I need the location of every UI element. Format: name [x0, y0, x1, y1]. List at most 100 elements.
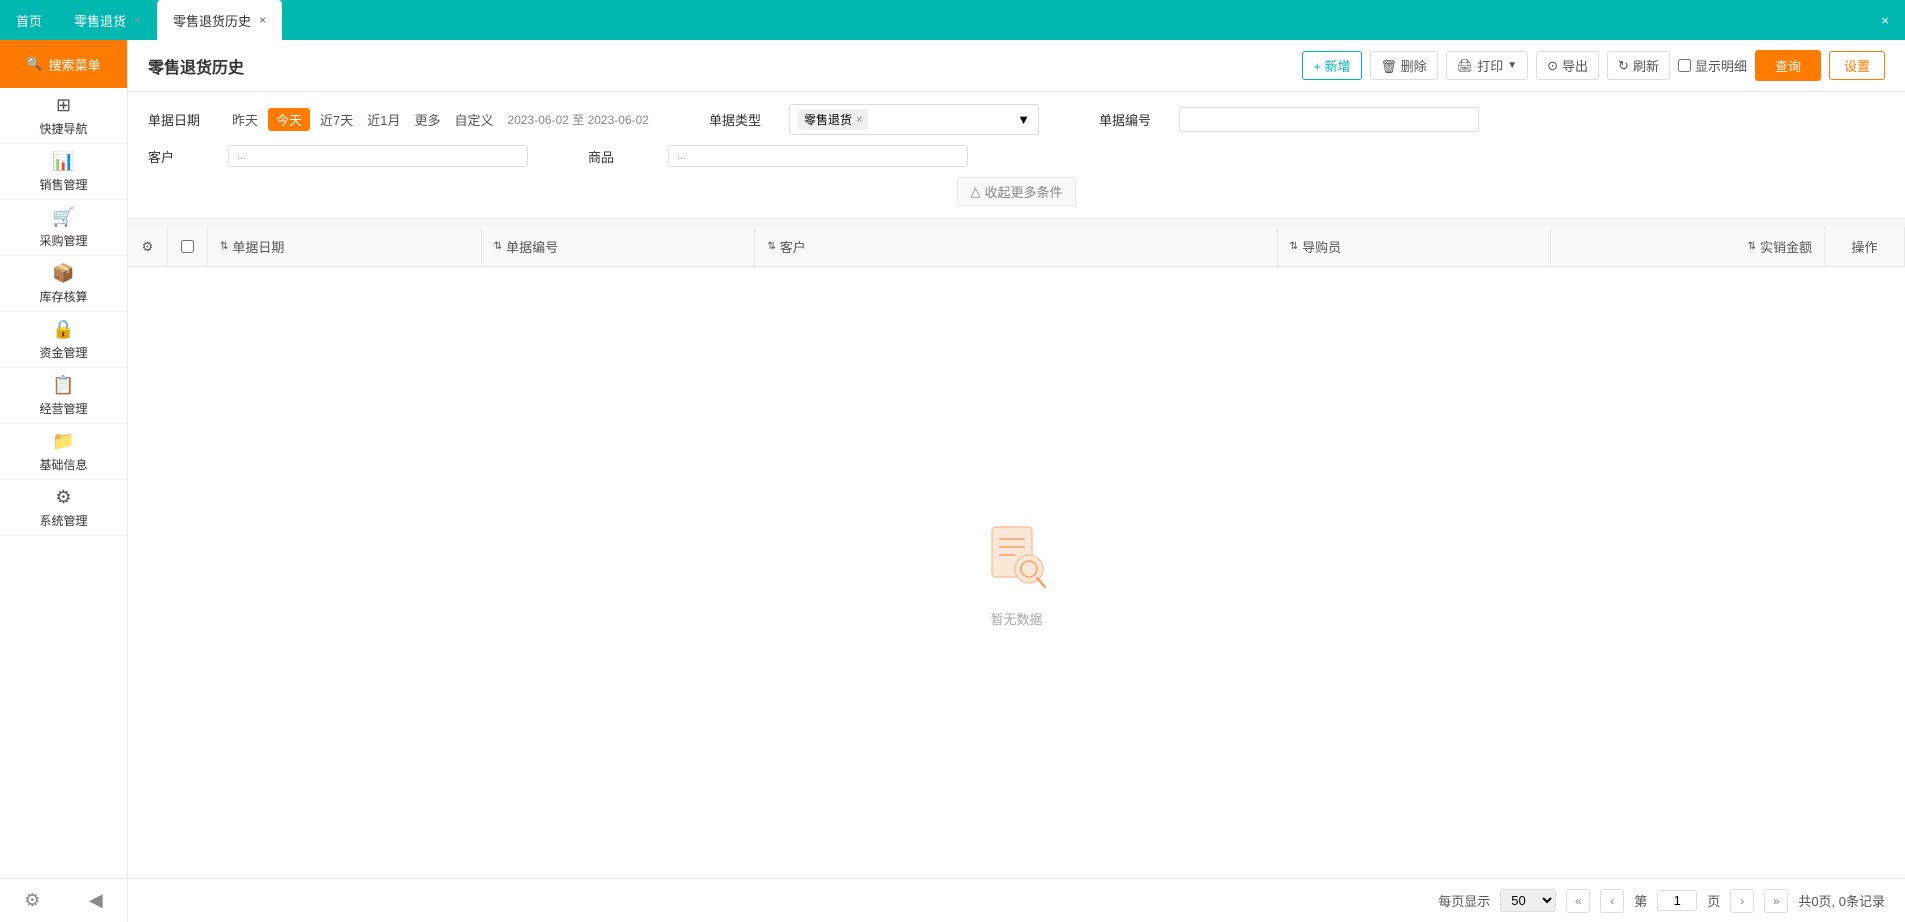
date-opt-1month[interactable]: 近1月 [363, 108, 404, 131]
sidebar-item-quick-nav[interactable]: ⊞ 快捷导航 [0, 88, 127, 144]
page-title: 零售退货历史 [148, 54, 244, 78]
header-actions: + 新增 🗑 删除 🖨 打印 ▼ ⊙ 导出 ↻ 刷新 显示明细 [1302, 50, 1885, 81]
customer-label: 客户 [148, 147, 208, 166]
sort-customer-icon: ⇅ [767, 241, 775, 252]
th-customer[interactable]: ⇅ 客户 [755, 227, 1277, 266]
content-area: 零售退货历史 + 新增 🗑 删除 🖨 打印 ▼ ⊙ 导出 ↻ 刷新 [128, 40, 1905, 922]
search-icon: 🔍 [26, 56, 42, 72]
tab-retail-return-history-close[interactable]: × [259, 13, 266, 27]
th-date[interactable]: ⇅ 单据日期 [208, 227, 482, 266]
pagination: 每页显示 50 10 20 100 « ‹ 第 页 › » 共0页, 0条记录 [128, 878, 1905, 922]
customer-select[interactable]: ... [228, 145, 528, 167]
print-icon: 🖨 [1457, 58, 1474, 74]
tab-home[interactable]: 首页 [0, 0, 58, 40]
date-opt-today[interactable]: 今天 [268, 108, 310, 131]
last-page-button[interactable]: » [1764, 889, 1788, 913]
table-settings-icon[interactable]: ⚙ [142, 239, 154, 255]
basic-info-icon: 📁 [52, 431, 74, 452]
first-page-button[interactable]: « [1566, 889, 1590, 913]
sidebar-search[interactable]: 🔍 搜索菜单 [0, 40, 127, 88]
th-settings[interactable]: ⚙ [128, 227, 168, 266]
date-opt-custom[interactable]: 自定义 [451, 108, 498, 131]
sys-icon: ⚙ [55, 487, 71, 508]
page-label: 第 [1634, 891, 1647, 910]
goods-dots: ... [677, 150, 686, 162]
sort-guide-icon: ⇅ [1290, 241, 1298, 252]
page-unit: 页 [1707, 891, 1720, 910]
refresh-button[interactable]: ↻ 刷新 [1607, 51, 1670, 80]
th-amount[interactable]: ⇅ 实销金额 [1551, 227, 1825, 266]
goods-label: 商品 [588, 147, 648, 166]
doc-type-label: 单据类型 [709, 110, 769, 129]
query-button[interactable]: 查询 [1755, 50, 1821, 81]
sidebar: 🔍 搜索菜单 ⊞ 快捷导航 📊 销售管理 🛒 采购管理 📦 库存核算 🔒 资金管… [0, 40, 128, 922]
page-header: 零售退货历史 + 新增 🗑 删除 🖨 打印 ▼ ⊙ 导出 ↻ 刷新 [128, 40, 1905, 92]
page-size-label: 每页显示 [1438, 891, 1490, 910]
select-all-checkbox[interactable] [181, 240, 194, 253]
sort-date-icon: ⇅ [220, 241, 228, 252]
goods-select[interactable]: ... [668, 145, 968, 167]
delete-button[interactable]: 🗑 删除 [1370, 51, 1438, 80]
inventory-icon: 📦 [52, 263, 74, 284]
customer-dots: ... [237, 150, 246, 162]
export-icon: ⊙ [1547, 58, 1558, 74]
date-opt-7days[interactable]: 近7天 [316, 108, 357, 131]
doc-no-label: 单据编号 [1099, 110, 1159, 129]
sidebar-item-basic-info[interactable]: 📁 基础信息 [0, 424, 127, 480]
date-range-display: 2023-06-02 至 2023-06-02 [508, 111, 649, 128]
doc-no-input[interactable] [1179, 107, 1479, 132]
doc-type-tag-close[interactable]: × [856, 114, 862, 126]
th-guide[interactable]: ⇅ 导购员 [1278, 227, 1552, 266]
collapse-icon: △ [970, 184, 980, 200]
purchase-icon: 🛒 [52, 207, 74, 228]
window-close-button[interactable]: × [1881, 13, 1905, 28]
doc-type-select[interactable]: 零售退货 × ▼ [789, 104, 1039, 135]
th-check[interactable] [168, 227, 208, 266]
prev-page-button[interactable]: ‹ [1600, 889, 1624, 913]
tab-retail-return-close[interactable]: × [134, 13, 141, 27]
settings-bottom-icon[interactable]: ⚙ [24, 890, 40, 911]
new-button[interactable]: + 新增 [1302, 51, 1361, 80]
show-detail-checkbox-label[interactable]: 显示明细 [1678, 56, 1747, 75]
settings-button[interactable]: 设置 [1829, 51, 1885, 80]
collapse-filter-button[interactable]: △ 收起更多条件 [957, 177, 1075, 206]
finance-icon: 🔒 [52, 319, 74, 340]
sort-docno-icon: ⇅ [494, 241, 502, 252]
sidebar-item-sales-mgmt[interactable]: 📊 销售管理 [0, 144, 127, 200]
filter-row-1: 单据日期 昨天 今天 近7天 近1月 更多 自定义 2023-06-02 至 2… [148, 104, 1885, 135]
collapse-sidebar-icon[interactable]: ◀ [89, 890, 103, 911]
date-label: 单据日期 [148, 110, 208, 129]
date-options: 昨天 今天 近7天 近1月 更多 自定义 2023-06-02 至 2023-0… [228, 108, 649, 131]
sidebar-item-purchase-mgmt[interactable]: 🛒 采购管理 [0, 200, 127, 256]
next-page-button[interactable]: › [1730, 889, 1754, 913]
page-size-select[interactable]: 50 10 20 100 [1500, 889, 1556, 912]
refresh-icon: ↻ [1618, 58, 1629, 74]
top-tab-bar: 首页 零售退货 × 零售退货历史 × × [0, 0, 1905, 40]
date-opt-more[interactable]: 更多 [411, 108, 445, 131]
sort-amount-icon: ⇅ [1748, 241, 1756, 252]
export-button[interactable]: ⊙ 导出 [1536, 51, 1599, 80]
sidebar-item-finance-mgmt[interactable]: 🔒 资金管理 [0, 312, 127, 368]
print-chevron-icon: ▼ [1507, 60, 1517, 71]
quick-nav-icon: ⊞ [56, 95, 71, 116]
th-docno[interactable]: ⇅ 单据编号 [482, 227, 756, 266]
doc-type-tag: 零售退货 × [798, 109, 868, 130]
date-opt-yesterday[interactable]: 昨天 [228, 108, 262, 131]
sidebar-item-sys-mgmt[interactable]: ⚙ 系统管理 [0, 480, 127, 536]
print-button[interactable]: 🖨 打印 ▼ [1446, 51, 1528, 80]
sidebar-bottom: ⚙ ◀ [0, 878, 127, 922]
total-records-label: 共0页, 0条记录 [1798, 891, 1885, 910]
filter-area: 单据日期 昨天 今天 近7天 近1月 更多 自定义 2023-06-02 至 2… [128, 92, 1905, 219]
table-header: ⚙ ⇅ 单据日期 ⇅ 单据编号 ⇅ 客户 ⇅ [128, 227, 1905, 267]
ops-icon: 📋 [52, 375, 74, 396]
show-detail-checkbox[interactable] [1678, 59, 1691, 72]
current-page-input[interactable] [1657, 890, 1697, 911]
empty-text: 暂无数据 [990, 609, 1042, 628]
tab-retail-return-history[interactable]: 零售退货历史 × [157, 0, 282, 40]
empty-state: 暂无数据 [128, 267, 1905, 878]
table-area: ⚙ ⇅ 单据日期 ⇅ 单据编号 ⇅ 客户 ⇅ [128, 227, 1905, 878]
tab-retail-return[interactable]: 零售退货 × [58, 0, 157, 40]
doc-type-chevron-icon: ▼ [1017, 112, 1030, 127]
sidebar-item-ops-mgmt[interactable]: 📋 经营管理 [0, 368, 127, 424]
sidebar-item-inventory[interactable]: 📦 库存核算 [0, 256, 127, 312]
